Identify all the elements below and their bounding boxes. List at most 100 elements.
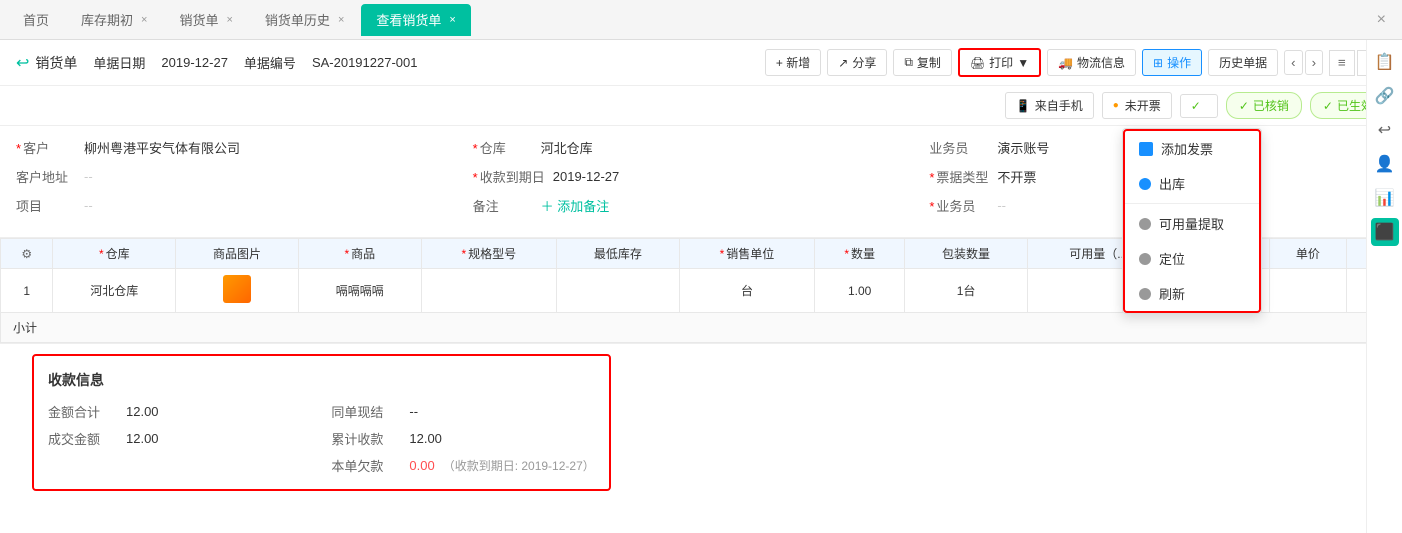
row-price — [1269, 269, 1346, 313]
tab-home-label: 首页 — [23, 10, 49, 29]
right-panel: 📋 🔗 ↩ 👤 📊 ⬛ — [1366, 40, 1402, 533]
history-button[interactable]: 历史单据 — [1208, 49, 1278, 76]
share-label: 分享 — [852, 54, 876, 71]
nav-arrows: ‹ › — [1284, 50, 1323, 75]
nav-next[interactable]: › — [1305, 50, 1323, 75]
menu-refresh[interactable]: 刷新 — [1125, 276, 1259, 311]
dropdown-menu: 添加发票 出库 可用量提取 定位 刷新 — [1122, 128, 1262, 314]
due-date-label: *收款到期日 — [473, 167, 545, 186]
phone-icon: 📱 — [1016, 99, 1031, 113]
customer-field: *客户 柳州粤港平安气体有限公司 — [16, 138, 473, 157]
col-product: *商品 — [298, 239, 421, 269]
row-qty: 1.00 — [815, 269, 905, 313]
arrears-value: 0.00 — [409, 458, 434, 473]
arrears-note: （收款到期日: 2019-12-27） — [443, 457, 595, 474]
tab-history[interactable]: 销货单历史 × — [250, 4, 359, 36]
print-label: 打印 — [989, 54, 1013, 71]
col-spec: *规格型号 — [421, 239, 556, 269]
panel-notes-icon[interactable]: 📋 — [1371, 48, 1399, 76]
remark-field: 备注 ＋ 添加备注 — [473, 196, 930, 215]
row-product: 嗝嗝嗝嗝 — [298, 269, 421, 313]
not-open-label: 未开票 — [1125, 97, 1161, 114]
print-arrow: ▼ — [1017, 56, 1029, 70]
share-button[interactable]: ↗ 分享 — [827, 49, 887, 76]
number-value: SA-20191227-001 — [312, 55, 418, 70]
col-gear[interactable]: ⚙ — [1, 239, 53, 269]
tab-sales[interactable]: 销货单 × — [164, 4, 247, 36]
copy-label: 复制 — [917, 54, 941, 71]
accumulated-label: 累计收款 — [331, 429, 401, 448]
staff-label: 业务员 — [929, 138, 989, 157]
outbound-icon — [1139, 178, 1151, 190]
tab-history-close[interactable]: × — [338, 14, 344, 26]
amount-value: 12.00 — [126, 404, 159, 419]
sub-toolbar: 📱 来自手机 未开票 ✓ 已核销 ✓ 已生效 — [0, 86, 1402, 126]
panel-expand-icon[interactable]: ⬛ — [1371, 218, 1399, 246]
doc-meta: 单据日期 2019-12-27 单据编号 SA-20191227-001 — [93, 53, 417, 72]
cancelled-label: 已核销 — [1253, 97, 1289, 114]
add-remark-button[interactable]: ＋ 添加备注 — [541, 196, 610, 215]
main-content: ↩ 销货单 单据日期 2019-12-27 单据编号 SA-20191227-0… — [0, 40, 1402, 533]
panel-link-icon[interactable]: 🔗 — [1371, 82, 1399, 110]
project-value: -- — [84, 198, 93, 213]
col-qty: *数量 — [815, 239, 905, 269]
payment-grid: 金额合计 12.00 同单现结 -- 成交金额 12.00 累计收款 12.00 — [48, 402, 595, 475]
same-order-value: -- — [409, 404, 418, 419]
tab-inventory-close[interactable]: × — [141, 14, 147, 26]
nav-prev[interactable]: ‹ — [1284, 50, 1302, 75]
date-label: 单据日期 — [93, 53, 145, 72]
not-open-button[interactable]: 未开票 — [1102, 92, 1172, 119]
new-button[interactable]: + 新增 — [765, 49, 821, 76]
print-button[interactable]: 🖨 打印 ▼ — [958, 48, 1041, 77]
project-label: 项目 — [16, 196, 76, 215]
subtotal-label: 小计 — [1, 313, 1402, 343]
col-pack: 包装数量 — [905, 239, 1028, 269]
menu-divider-1 — [1125, 203, 1259, 204]
amount-label: 金额合计 — [48, 402, 118, 421]
accumulated-row: 累计收款 12.00 — [331, 429, 594, 448]
panel-chart-icon[interactable]: 📊 — [1371, 184, 1399, 212]
menu-add-invoice[interactable]: 添加发票 — [1125, 131, 1259, 166]
print-icon: 🖨 — [970, 56, 985, 70]
address-field: 客户地址 -- — [16, 167, 473, 186]
customer-label: *客户 — [16, 138, 76, 157]
window-close-button[interactable]: × — [1369, 11, 1394, 29]
confirm-button[interactable] — [1180, 94, 1218, 118]
copy-icon: ⧉ — [904, 55, 913, 70]
staff2-value: -- — [997, 198, 1006, 213]
add-invoice-label: 添加发票 — [1161, 139, 1213, 158]
view-list[interactable]: ≡ — [1329, 50, 1355, 76]
copy-button[interactable]: ⧉ 复制 — [893, 49, 952, 76]
doc-title-text: 销货单 — [35, 53, 77, 73]
arrears-row: 本单欠款 0.00 （收款到期日: 2019-12-27） — [331, 456, 594, 475]
from-phone-button[interactable]: 📱 来自手机 — [1005, 92, 1094, 119]
tab-inventory[interactable]: 库存期初 × — [66, 4, 162, 36]
tab-view-sales-label: 查看销货单 — [376, 10, 441, 29]
deal-amount-value: 12.00 — [126, 431, 159, 446]
row-min-stock — [557, 269, 680, 313]
doc-title-area: ↩ 销货单 — [16, 53, 77, 73]
effective-check: ✓ — [1323, 99, 1333, 113]
row-warehouse: 河北仓库 — [53, 269, 176, 313]
address-value: -- — [84, 169, 93, 184]
tab-sales-close[interactable]: × — [226, 14, 232, 26]
doc-header: ↩ 销货单 单据日期 2019-12-27 单据编号 SA-20191227-0… — [0, 40, 1402, 86]
menu-available-qty[interactable]: 可用量提取 — [1125, 206, 1259, 241]
dropdown-border: 添加发票 出库 可用量提取 定位 刷新 — [1123, 129, 1261, 313]
panel-user-icon[interactable]: 👤 — [1371, 150, 1399, 178]
menu-outbound[interactable]: 出库 — [1125, 166, 1259, 201]
customer-value: 柳州粤港平安气体有限公司 — [84, 138, 240, 157]
tab-home[interactable]: 首页 — [8, 4, 64, 36]
cancelled-check: ✓ — [1239, 99, 1249, 113]
panel-history-icon[interactable]: ↩ — [1371, 116, 1399, 144]
logistics-button[interactable]: 🚚 物流信息 — [1047, 49, 1136, 76]
tab-view-sales-close[interactable]: × — [449, 14, 455, 26]
outbound-label: 出库 — [1159, 174, 1185, 193]
menu-locate[interactable]: 定位 — [1125, 241, 1259, 276]
address-label: 客户地址 — [16, 167, 76, 186]
tab-view-sales[interactable]: 查看销货单 × — [361, 4, 470, 36]
refresh-icon — [1139, 288, 1151, 300]
product-image — [223, 275, 251, 303]
col-img: 商品图片 — [176, 239, 299, 269]
operate-button[interactable]: ⊞ 操作 — [1142, 49, 1202, 76]
